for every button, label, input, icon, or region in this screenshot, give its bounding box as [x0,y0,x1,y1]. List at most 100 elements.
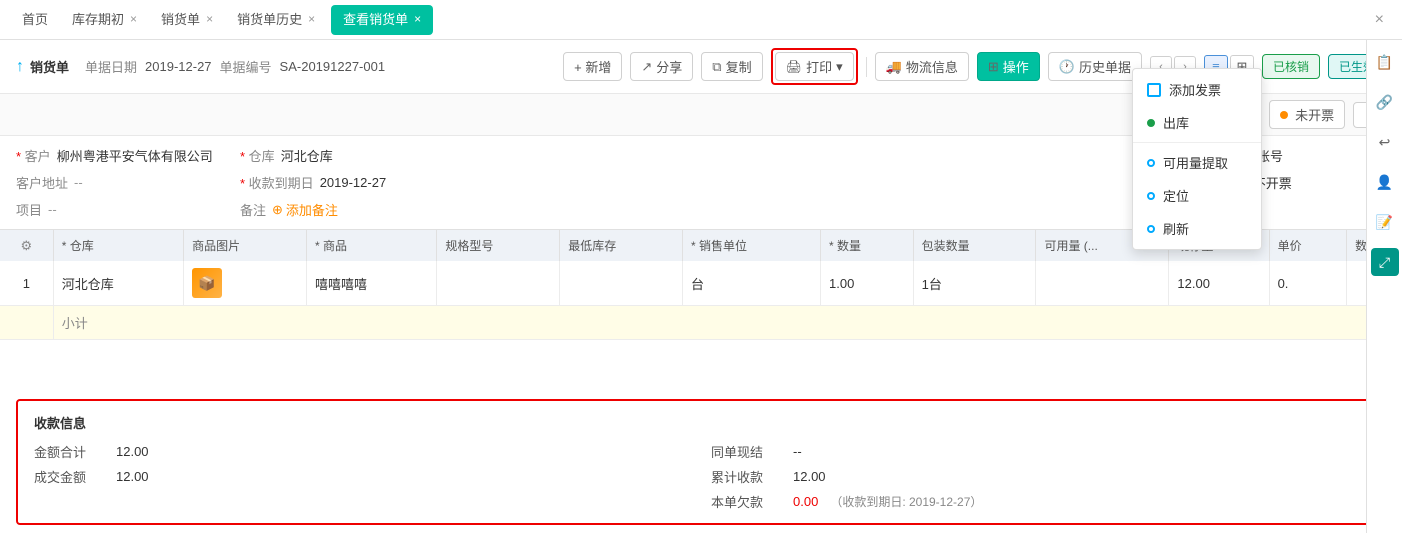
payment-deal-row: 成交金额 12.00 [34,467,691,486]
payment-owed-row: 本单欠款 0.00 （收款到期日: 2019-12-27） [711,492,1368,511]
sidebar-icon-user[interactable]: 👤 [1371,168,1399,196]
badge-sold: 已核销 [1262,54,1320,79]
tab-sales-history-close[interactable]: × [308,12,315,26]
sidebar-icon-note[interactable]: 📝 [1371,208,1399,236]
copy-button[interactable]: ⧉ 复制 [701,52,762,81]
row-product: 嘻嘻嘻嘻 [306,261,436,306]
window-close-button[interactable]: × [1367,11,1392,29]
add-invoice-icon [1147,83,1161,97]
sidebar-icon-link[interactable]: 🔗 [1371,88,1399,116]
col-qty: * 数量 [821,230,914,261]
col-price: 单价 [1269,230,1347,261]
outbound-icon [1147,119,1155,127]
menu-add-invoice[interactable]: 添加发票 [1133,73,1261,106]
doc-type-icon: ↑ [16,58,24,76]
table-row: 1 河北仓库 📦 嘻嘻嘻嘻 台 1.00 1台 12.00 0. [0,261,1402,306]
warehouse-label: 仓库 [240,146,275,165]
tab-inventory[interactable]: 库存期初 × [60,0,149,40]
copy-icon: ⧉ [712,59,721,75]
project-label: 项目 [16,200,42,219]
copy-label: 复制 [726,57,752,76]
warehouse-field: 仓库 河北仓库 [240,146,440,165]
menu-available[interactable]: 可用量提取 [1133,146,1261,179]
tab-home-label: 首页 [22,9,48,28]
sidebar-icon-return[interactable]: ↩ [1371,128,1399,156]
row-warehouse: 河北仓库 [53,261,183,306]
toolbar: + 新增 ↗ 分享 ⧉ 复制 🖨 打印 ▾ 🚚 物流信息 [563,48,1386,85]
doc-type-label: 销货单 [30,57,69,76]
tab-view-sales-label: 查看销货单 [343,9,408,28]
outbound-label: 出库 [1163,113,1189,132]
tab-view-sales[interactable]: 查看销货单 × [331,5,433,35]
customer-value: 柳州粤港平安气体有限公司 [57,146,213,165]
ops-button[interactable]: ⊞ 操作 [977,52,1040,81]
col-product: * 商品 [306,230,436,261]
menu-refresh[interactable]: 刷新 [1133,212,1261,245]
available-label: 可用量提取 [1163,153,1228,172]
col-warehouse: * 仓库 [53,230,183,261]
payment-grid: 金额合计 12.00 同单现结 -- 成交金额 12.00 累计收款 12.00… [34,442,1368,511]
locate-label: 定位 [1163,186,1189,205]
col-spec: 规格型号 [437,230,560,261]
doc-date: 2019-12-27 [145,59,212,74]
sidebar-icon-doc[interactable]: 📋 [1371,48,1399,76]
tab-sales-history[interactable]: 销货单历史 × [225,0,327,40]
ops-label: 操作 [1003,57,1029,76]
tab-sales[interactable]: 销货单 × [149,0,225,40]
menu-outbound[interactable]: 出库 [1133,106,1261,139]
warehouse-value: 河北仓库 [281,146,333,165]
col-settings: ⚙ [0,230,53,261]
tab-bar: 首页 库存期初 × 销货单 × 销货单历史 × 查看销货单 × × [0,0,1402,40]
add-note-label: 添加备注 [286,200,338,219]
not-open-btn[interactable]: 未开票 [1269,100,1345,129]
address-field: 客户地址 -- [16,173,216,192]
owed-value: 0.00 [793,494,818,509]
right-sidebar: 📋 🔗 ↩ 👤 📝 ⤢ [1366,40,1402,533]
add-invoice-label: 添加发票 [1169,80,1221,99]
locate-icon [1147,192,1155,200]
sidebar-icon-expand[interactable]: ⤢ [1371,248,1399,276]
tab-sales-label: 销货单 [161,9,200,28]
tab-inventory-close[interactable]: × [130,12,137,26]
tab-sales-close[interactable]: × [206,12,213,26]
add-note-btn[interactable]: ⊕ 添加备注 [272,200,338,219]
print-button[interactable]: 🖨 打印 ▾ [775,52,854,81]
share-label: 分享 [656,57,682,76]
menu-divider-1 [1133,142,1261,143]
history-label: 历史单据 [1079,57,1131,76]
print-dropdown-arrow: ▾ [836,59,843,75]
row-stock: 12.00 [1169,261,1269,306]
due-date-field: 收款到期日 2019-12-27 [240,173,440,192]
refresh-label: 刷新 [1163,219,1189,238]
note-label: 备注 [240,200,266,219]
same-order-label: 同单现结 [711,442,781,461]
row-min-stock [560,261,683,306]
toolbar-sep-1 [866,57,867,77]
payment-total-row: 金额合计 12.00 [34,442,691,461]
dropdown-menu: 添加发票 出库 可用量提取 定位 刷新 [1132,68,1262,250]
new-button[interactable]: + 新增 [563,52,622,81]
col-min-stock: 最低库存 [560,230,683,261]
total-value: 12.00 [116,444,149,459]
subtotal-text: 小计 [53,306,1401,340]
share-button[interactable]: ↗ 分享 [630,52,693,81]
gear-icon[interactable]: ⚙ [21,238,33,253]
logistics-button[interactable]: 🚚 物流信息 [875,52,969,81]
col-unit: * 销售单位 [683,230,821,261]
subtotal-row: 小计 [0,306,1402,340]
payment-title: 收款信息 [34,413,1368,432]
tab-view-sales-close[interactable]: × [414,12,421,26]
table-wrap: ⚙ * 仓库 商品图片 * 商品 规格型号 最低库存 * 销售单位 * 数量 包… [0,229,1402,399]
address-value: -- [74,175,83,190]
history-button[interactable]: 🕐 历史单据 [1048,52,1142,81]
tab-home[interactable]: 首页 [10,0,60,40]
product-image: 📦 [192,268,222,298]
customer-label: 客户 [16,146,51,165]
tab-sales-history-label: 销货单历史 [237,9,302,28]
available-icon [1147,159,1155,167]
share-icon: ↗ [641,59,652,75]
print-highlight-box: 🖨 打印 ▾ [771,48,858,85]
menu-locate[interactable]: 定位 [1133,179,1261,212]
doc-title: ↑ 销货单 [16,57,69,76]
row-available [1036,261,1169,306]
